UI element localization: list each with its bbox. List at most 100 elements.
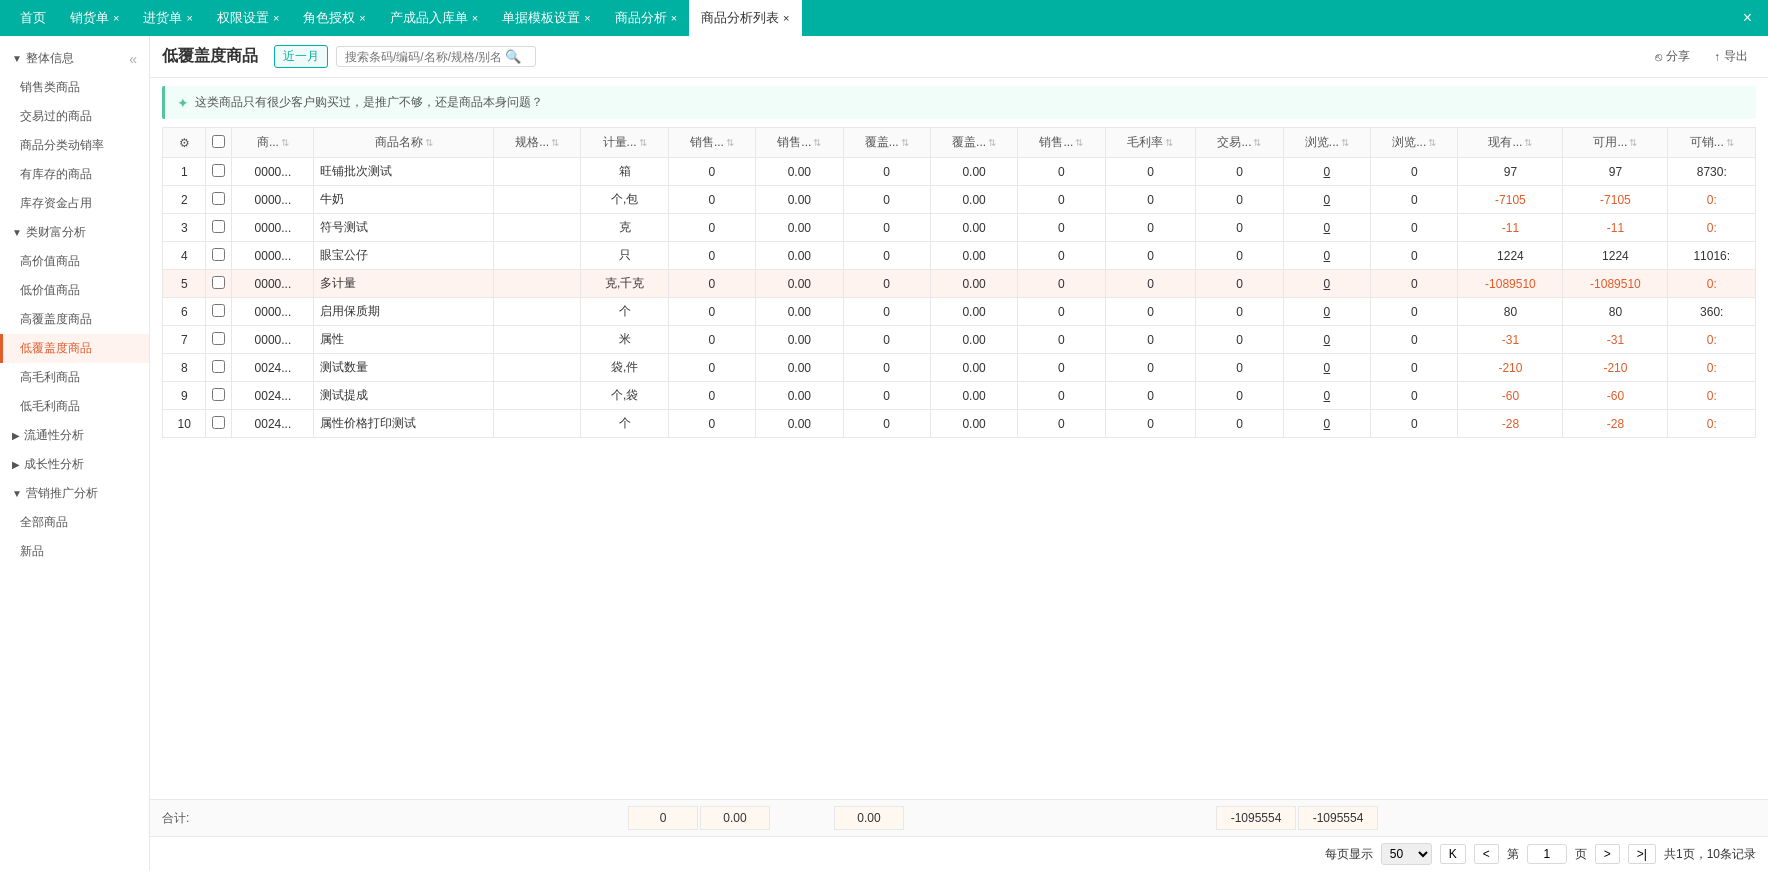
sidebar-item-high-margin[interactable]: 高毛利商品	[0, 363, 149, 392]
nav-permissions[interactable]: 权限设置 ×	[205, 0, 291, 36]
sidebar-section-wealth[interactable]: ▼ 类财富分析	[0, 218, 149, 247]
row-browse1[interactable]: 0	[1283, 298, 1370, 326]
row-name[interactable]: 多计量	[314, 270, 494, 298]
nav-close-role-auth[interactable]: ×	[359, 12, 365, 24]
row-spec	[494, 354, 581, 382]
col-settings[interactable]: ⚙	[163, 128, 206, 158]
sidebar-item-category-turnover[interactable]: 商品分类动销率	[0, 131, 149, 160]
row-browse1[interactable]: 0	[1283, 186, 1370, 214]
last-page-button[interactable]: >|	[1628, 844, 1656, 864]
search-input[interactable]	[345, 50, 505, 64]
select-all-checkbox[interactable]	[212, 135, 225, 148]
col-name[interactable]: 商品名称⇅	[314, 128, 494, 158]
row-checkbox[interactable]	[206, 298, 232, 326]
sidebar-item-sales-products[interactable]: 销售类商品	[0, 73, 149, 102]
row-checkbox[interactable]	[206, 354, 232, 382]
sidebar-item-high-value[interactable]: 高价值商品	[0, 247, 149, 276]
sidebar-item-inventory-products[interactable]: 有库存的商品	[0, 160, 149, 189]
row-current: -7105	[1458, 186, 1563, 214]
collapse-icon[interactable]: «	[129, 51, 137, 67]
row-checkbox[interactable]	[206, 242, 232, 270]
export-button[interactable]: ↑ 导出	[1706, 44, 1756, 69]
sidebar-item-low-margin[interactable]: 低毛利商品	[0, 392, 149, 421]
nav-close-purchase-order[interactable]: ×	[186, 12, 192, 24]
sidebar-section-marketing[interactable]: ▼ 营销推广分析	[0, 479, 149, 508]
col-unit[interactable]: 计量...⇅	[581, 128, 668, 158]
first-page-button[interactable]: K	[1440, 844, 1466, 864]
col-saleable[interactable]: 可销...⇅	[1668, 128, 1756, 158]
sidebar-section-overall[interactable]: ▼ 整体信息 «	[0, 44, 149, 73]
nav-close-template-settings[interactable]: ×	[584, 12, 590, 24]
row-checkbox[interactable]	[206, 382, 232, 410]
nav-close-product-analysis[interactable]: ×	[671, 12, 677, 24]
row-name[interactable]: 测试数量	[314, 354, 494, 382]
col-sales1[interactable]: 销售...⇅	[668, 128, 755, 158]
row-name[interactable]: 眼宝公仔	[314, 242, 494, 270]
prev-page-button[interactable]: <	[1474, 844, 1499, 864]
row-browse1[interactable]: 0	[1283, 270, 1370, 298]
row-checkbox[interactable]	[206, 214, 232, 242]
sidebar-section-liquidity[interactable]: ▶ 流通性分析	[0, 421, 149, 450]
page-input[interactable]	[1527, 844, 1567, 864]
row-checkbox[interactable]	[206, 270, 232, 298]
share-button[interactable]: ⎋ 分享	[1647, 44, 1698, 69]
row-checkbox[interactable]	[206, 326, 232, 354]
nav-purchase-order[interactable]: 进货单 ×	[131, 0, 204, 36]
nav-close-permissions[interactable]: ×	[273, 12, 279, 24]
row-name[interactable]: 启用保质期	[314, 298, 494, 326]
window-close-button[interactable]: ×	[1735, 9, 1760, 27]
search-icon[interactable]: 🔍	[505, 49, 521, 64]
nav-product-inbound[interactable]: 产成品入库单 ×	[378, 0, 490, 36]
sidebar-item-traded-products[interactable]: 交易过的商品	[0, 102, 149, 131]
sidebar-section-growth[interactable]: ▶ 成长性分析	[0, 450, 149, 479]
nav-template-settings[interactable]: 单据模板设置 ×	[490, 0, 602, 36]
row-name[interactable]: 属性价格打印测试	[314, 410, 494, 438]
row-browse1[interactable]: 0	[1283, 214, 1370, 242]
col-coverage2[interactable]: 覆盖...⇅	[930, 128, 1017, 158]
filter-recent-month[interactable]: 近一月	[274, 45, 328, 68]
col-coverage1[interactable]: 覆盖...⇅	[843, 128, 930, 158]
col-browse1[interactable]: 浏览...⇅	[1283, 128, 1370, 158]
per-page-select[interactable]: 50 20 100 200	[1381, 843, 1432, 865]
col-current[interactable]: 现有...⇅	[1458, 128, 1563, 158]
col-available[interactable]: 可用...⇅	[1563, 128, 1668, 158]
row-checkbox[interactable]	[206, 410, 232, 438]
nav-product-analysis[interactable]: 商品分析 ×	[603, 0, 689, 36]
sidebar-item-low-coverage[interactable]: 低覆盖度商品	[0, 334, 149, 363]
row-name[interactable]: 旺铺批次测试	[314, 158, 494, 186]
col-browse2[interactable]: 浏览...⇅	[1371, 128, 1458, 158]
col-checkbox[interactable]	[206, 128, 232, 158]
row-checkbox[interactable]	[206, 186, 232, 214]
sidebar-item-all-products[interactable]: 全部商品	[0, 508, 149, 537]
row-browse1[interactable]: 0	[1283, 242, 1370, 270]
nav-close-product-inbound[interactable]: ×	[472, 12, 478, 24]
col-trans[interactable]: 交易...⇅	[1196, 128, 1283, 158]
row-browse1[interactable]: 0	[1283, 158, 1370, 186]
col-sales2[interactable]: 销售...⇅	[756, 128, 843, 158]
sidebar-item-high-coverage[interactable]: 高覆盖度商品	[0, 305, 149, 334]
nav-role-auth[interactable]: 角色授权 ×	[291, 0, 377, 36]
search-bar[interactable]: 🔍	[336, 46, 536, 67]
nav-product-analysis-list[interactable]: 商品分析列表 ×	[689, 0, 801, 36]
col-margin[interactable]: 毛利率⇅	[1105, 128, 1196, 158]
row-name[interactable]: 测试提成	[314, 382, 494, 410]
sidebar-item-inventory-capital[interactable]: 库存资金占用	[0, 189, 149, 218]
row-browse1[interactable]: 0	[1283, 410, 1370, 438]
row-browse1[interactable]: 0	[1283, 354, 1370, 382]
nav-home[interactable]: 首页	[8, 0, 58, 36]
next-page-button[interactable]: >	[1595, 844, 1620, 864]
nav-close-product-analysis-list[interactable]: ×	[783, 12, 789, 24]
nav-close-sales-order[interactable]: ×	[113, 12, 119, 24]
row-browse1[interactable]: 0	[1283, 326, 1370, 354]
row-name[interactable]: 牛奶	[314, 186, 494, 214]
row-name[interactable]: 属性	[314, 326, 494, 354]
row-browse1[interactable]: 0	[1283, 382, 1370, 410]
col-code[interactable]: 商...⇅	[232, 128, 314, 158]
sidebar-item-low-value[interactable]: 低价值商品	[0, 276, 149, 305]
row-name[interactable]: 符号测试	[314, 214, 494, 242]
sidebar-item-new-products[interactable]: 新品	[0, 537, 149, 566]
nav-sales-order[interactable]: 销货单 ×	[58, 0, 131, 36]
col-sales3[interactable]: 销售...⇅	[1018, 128, 1105, 158]
col-spec[interactable]: 规格...⇅	[494, 128, 581, 158]
row-checkbox[interactable]	[206, 158, 232, 186]
